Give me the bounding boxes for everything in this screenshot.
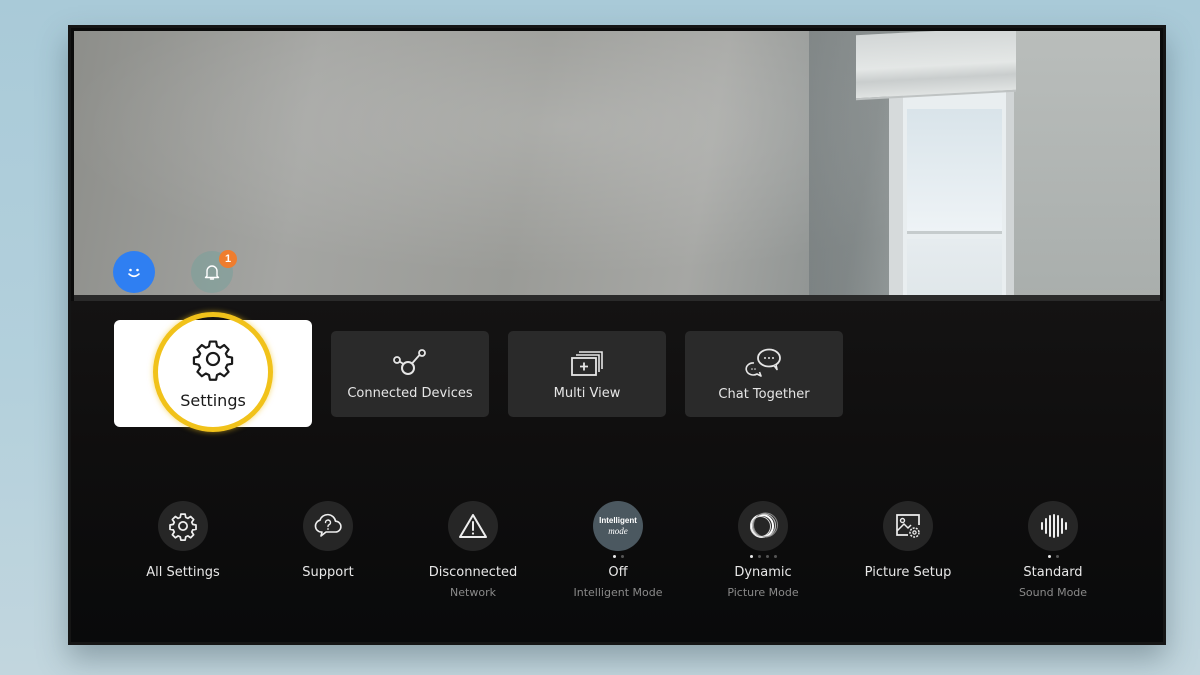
page-indicator: [749, 551, 777, 561]
quick-panel: Settings Connected Devices Multi View Ch…: [71, 301, 1163, 642]
page-indicator: [1047, 551, 1059, 561]
quick-intelligent-mode[interactable]: Intelligent mode Off Intelligent Mode: [548, 501, 688, 599]
picture-mode-rings-icon: [750, 512, 778, 538]
quick-title: Off: [608, 565, 628, 580]
quick-subtitle: Sound Mode: [1018, 586, 1088, 599]
quick-picture-mode[interactable]: Dynamic Picture Mode: [693, 501, 833, 599]
notification-badge: 1: [219, 250, 237, 268]
quick-all-settings[interactable]: All Settings: [113, 501, 253, 580]
connected-nodes-icon: [393, 348, 426, 375]
shortcut-label: Multi View: [553, 385, 621, 401]
quick-sound-mode[interactable]: Standard Sound Mode: [983, 501, 1123, 599]
sound-wave-icon: [1041, 514, 1067, 538]
image-settings-icon: [896, 514, 920, 538]
quick-settings-row: All Settings Support Disconnected Networ…: [71, 501, 1163, 621]
shortcut-multi-view[interactable]: Multi View: [508, 331, 666, 417]
quick-subtitle: Network: [450, 586, 496, 599]
tv-frame: 1 Settings Connected Devices Multi View …: [68, 25, 1166, 645]
quick-picture-setup[interactable]: Picture Setup: [838, 501, 978, 580]
intelligent-mode-icon: Intelligent mode: [599, 515, 637, 536]
quick-title: Disconnected: [428, 565, 518, 580]
quick-network[interactable]: Disconnected Network: [403, 501, 543, 599]
quick-support[interactable]: Support: [258, 501, 398, 580]
page-indicator: [612, 551, 624, 561]
quick-title: Support: [302, 565, 354, 580]
wallpaper-blind: [856, 31, 1016, 101]
gear-icon: [169, 513, 197, 541]
gear-icon: [192, 340, 234, 381]
shortcut-label: Settings: [180, 391, 246, 410]
quick-title: All Settings: [146, 565, 220, 580]
quick-subtitle: Picture Mode: [727, 586, 799, 599]
profile-button[interactable]: [113, 251, 155, 293]
quick-title: Standard: [1023, 565, 1083, 580]
cloud-question-icon: [314, 513, 342, 537]
shortcut-connected-devices[interactable]: Connected Devices: [331, 331, 489, 417]
smiley-face-icon: [128, 268, 140, 278]
warning-triangle-icon: [459, 514, 487, 538]
shortcut-label: Chat Together: [718, 386, 810, 402]
quick-title: Picture Setup: [864, 565, 952, 580]
tv-screen: 1 Settings Connected Devices Multi View …: [71, 28, 1163, 642]
shortcut-settings[interactable]: Settings: [114, 320, 312, 427]
chat-bubbles-icon: [745, 348, 781, 377]
wallpaper: [74, 31, 1160, 301]
bell-icon: [204, 265, 220, 280]
shortcut-label: Connected Devices: [347, 385, 473, 401]
shortcut-chat-together[interactable]: Chat Together: [685, 331, 843, 417]
quick-title: Dynamic: [734, 565, 792, 580]
stacked-windows-plus-icon: [571, 350, 603, 376]
quick-subtitle: Intelligent Mode: [573, 586, 663, 599]
wallpaper-window: [889, 91, 1014, 301]
